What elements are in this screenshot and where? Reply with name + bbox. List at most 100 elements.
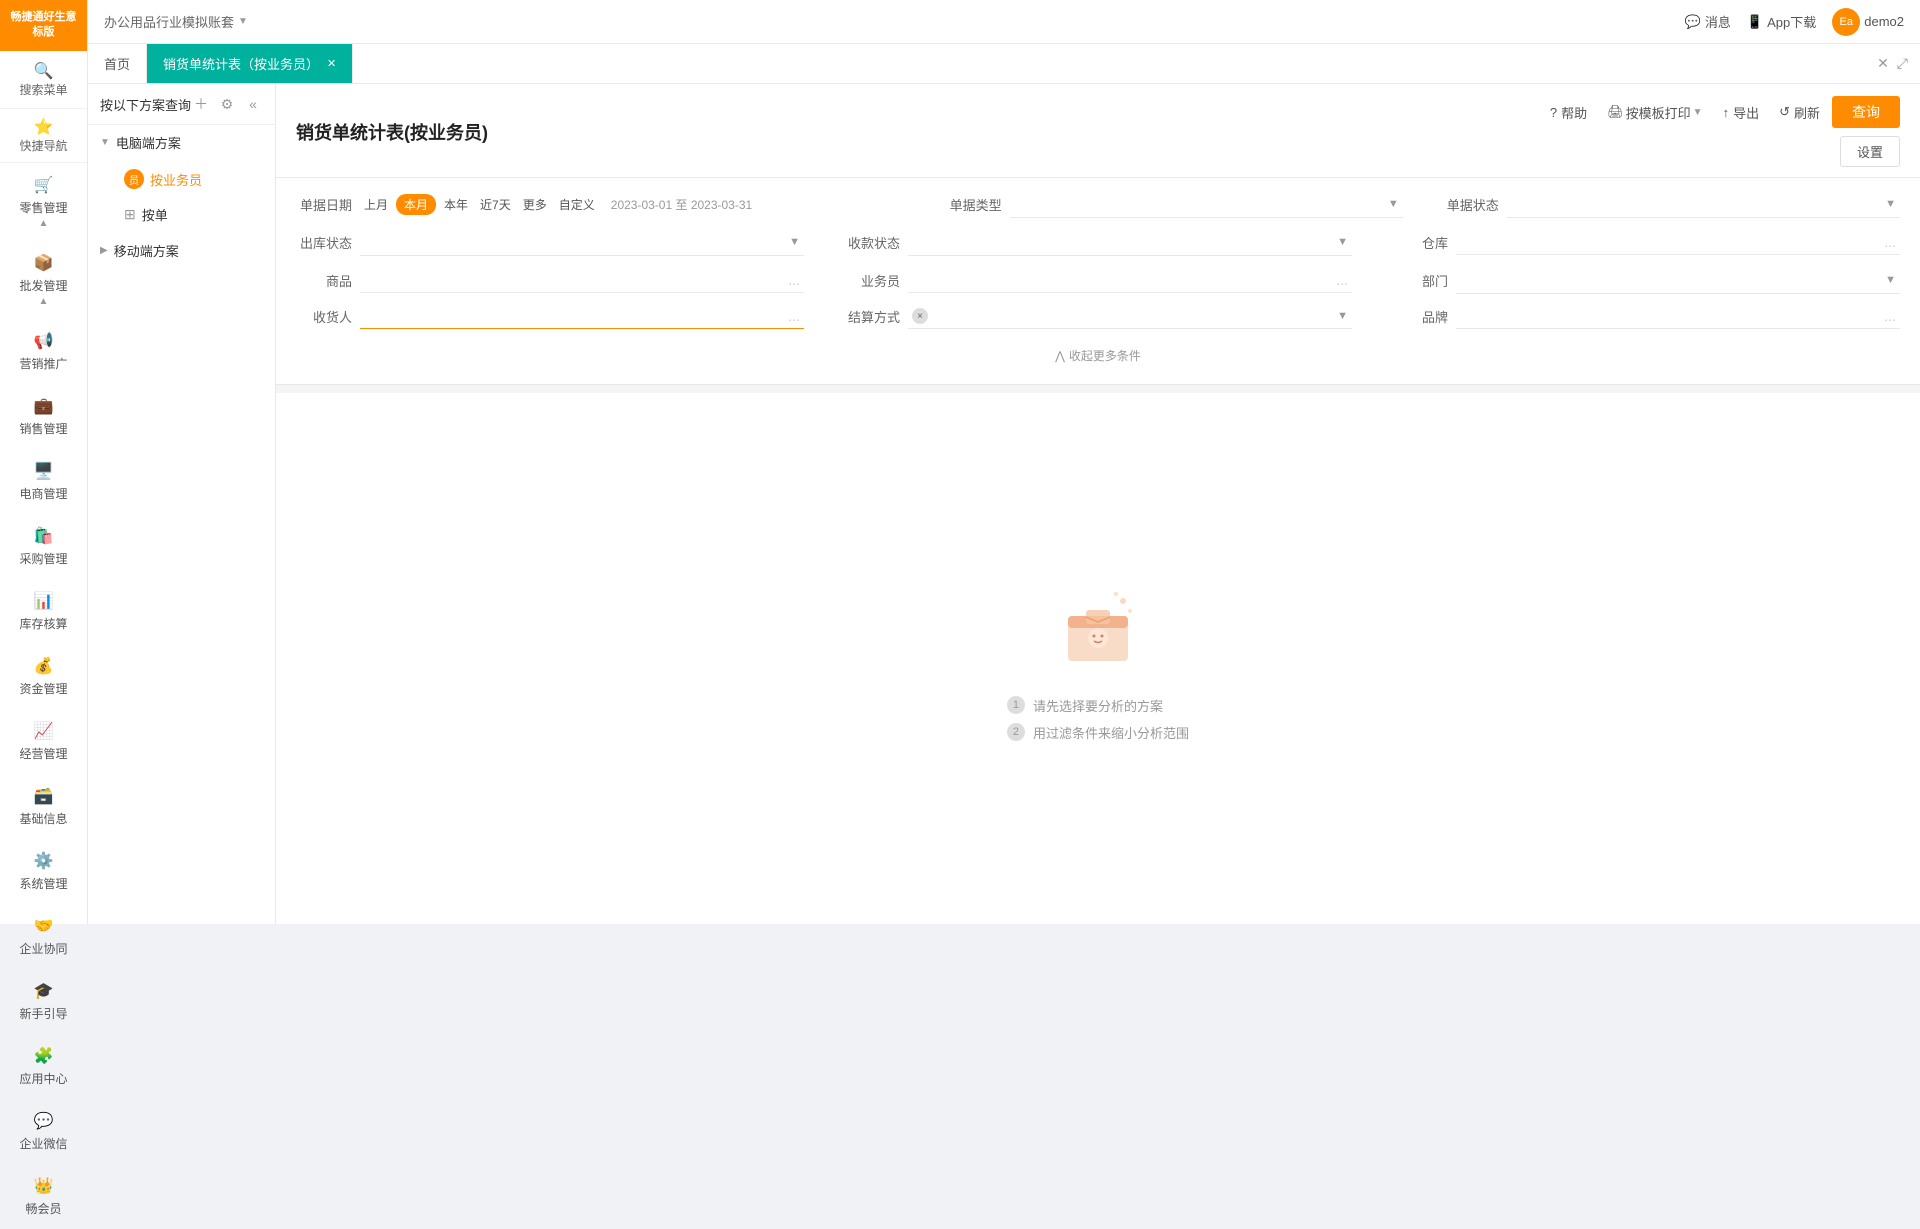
sidebar-item-basic[interactable]: 🗃️ 基础信息	[0, 774, 87, 839]
out-status-select[interactable]: ▼	[360, 228, 804, 256]
scheme-item-by-salesperson[interactable]: 员 按业务员	[116, 162, 271, 196]
user-avatar-button[interactable]: Ea demo2	[1832, 8, 1904, 36]
scheme-collapse-button[interactable]: «	[243, 94, 263, 114]
scheme-add-button[interactable]: ＋	[191, 94, 211, 114]
tab-home[interactable]: 首页	[88, 44, 147, 83]
out-status-label: 出库状态	[296, 233, 352, 252]
filter-brand: 品牌 ...	[1392, 304, 1900, 329]
date-tabs: 上月 本月 本年 近7天 更多 自定义 2023-03-01 至 2023-03…	[360, 194, 752, 215]
filter-payment-status: 收款状态 ▼	[844, 228, 1352, 256]
sidebar-item-marketing[interactable]: 📢 营销推广	[0, 319, 87, 384]
salesperson-select[interactable]: ...	[908, 268, 1352, 293]
sidebar-item-retail[interactable]: 🛒 零售管理 ▲	[0, 163, 87, 241]
warehouse-label: 仓库	[1392, 233, 1448, 252]
sidebar-search[interactable]: 🔍 搜索菜单	[0, 51, 87, 109]
pc-scheme-group-header[interactable]: ▼ 电脑端方案	[88, 125, 275, 160]
print-icon: 🖨	[1607, 104, 1624, 120]
scheme-item-by-order[interactable]: ⊞ 按单	[116, 198, 271, 231]
sidebar-item-sales[interactable]: 💼 销售管理	[0, 384, 87, 449]
bill-type-arrow-icon: ▼	[1388, 198, 1399, 210]
refresh-button[interactable]: ↺ 刷新	[1771, 99, 1828, 126]
sidebar-item-newbie[interactable]: 🎓 新手引导	[0, 969, 87, 1034]
wholesale-arrow: ▲	[39, 296, 49, 307]
basic-icon: 🗃️	[34, 786, 54, 806]
close-window-icon[interactable]: ✕	[1877, 55, 1889, 72]
scheme-panel-header: 按以下方案查询 ＋ ⚙ «	[88, 84, 275, 125]
sidebar-item-apps[interactable]: 🧩 应用中心	[0, 1034, 87, 1099]
export-button[interactable]: ↑ 导出	[1715, 99, 1768, 126]
brand-select[interactable]: ...	[1456, 304, 1900, 329]
sidebar-item-system[interactable]: ⚙️ 系统管理	[0, 839, 87, 904]
sidebar-item-wholesale[interactable]: 📦 批发管理 ▲	[0, 241, 87, 319]
settlement-select[interactable]: × ▼	[908, 304, 1352, 329]
warehouse-select[interactable]: ...	[1456, 230, 1900, 255]
filter-date: 单据日期 上月 本月 本年 近7天 更多 自定义 2023-03-01 至 20…	[296, 194, 906, 215]
settlement-tag-close[interactable]: ×	[912, 308, 928, 324]
date-label: 单据日期	[296, 195, 352, 214]
breadcrumb-dropdown[interactable]: 办公用品行业模拟账套 ▼	[104, 12, 248, 31]
breadcrumb-arrow-icon: ▼	[238, 16, 248, 27]
date-range-text: 2023-03-01 至 2023-03-31	[611, 196, 752, 213]
tab-sales-stat[interactable]: 销货单统计表（按业务员） ✕	[147, 44, 353, 83]
refresh-icon: ↺	[1779, 104, 1790, 120]
mobile-scheme-group[interactable]: ▶ 移动端方案	[88, 233, 275, 268]
settlement-label: 结算方式	[844, 307, 900, 326]
date-tab-this-month[interactable]: 本月	[396, 194, 436, 215]
right-main-panel: 销货单统计表(按业务员) ? 帮助 🖨 按模板打印 ▼	[276, 84, 1920, 924]
query-button[interactable]: 查询	[1832, 96, 1900, 128]
empty-tips: 1 请先选择要分析的方案 2 用过滤条件来缩小分析范围	[1007, 696, 1189, 742]
page-title: 销货单统计表(按业务员)	[296, 119, 488, 145]
page-header: 销货单统计表(按业务员) ? 帮助 🖨 按模板打印 ▼	[276, 84, 1920, 178]
finance-icon: 💰	[34, 656, 54, 676]
sidebar-quick-nav[interactable]: ⭐ 快捷导航	[0, 109, 87, 163]
newbie-icon: 🎓	[34, 981, 54, 1001]
tab-close-icon[interactable]: ✕	[327, 57, 336, 70]
sidebar-item-vip[interactable]: 👑 畅会员	[0, 1164, 87, 1229]
pc-scheme-list: 员 按业务员 ⊞ 按单	[88, 162, 275, 231]
filter-department: 部门 ▼	[1392, 266, 1900, 294]
department-select[interactable]: ▼	[1456, 266, 1900, 294]
sidebar-item-stock[interactable]: 📊 库存核算	[0, 579, 87, 644]
bill-status-label: 单据状态	[1443, 195, 1499, 214]
message-button[interactable]: 💬 消息	[1685, 12, 1731, 31]
consignee-select[interactable]: ...	[360, 304, 804, 329]
header-breadcrumb-area: 办公用品行业模拟账套 ▼	[104, 12, 248, 31]
help-button[interactable]: ? 帮助	[1542, 99, 1595, 126]
tip-text-1: 请先选择要分析的方案	[1033, 696, 1163, 715]
payment-status-select[interactable]: ▼	[908, 228, 1352, 256]
filter-row-1: 单据日期 上月 本月 本年 近7天 更多 自定义 2023-03-01 至 20…	[296, 190, 1900, 218]
sidebar: 畅捷通好生意 标版 🔍 搜索菜单 ⭐ 快捷导航 🛒 零售管理 ▲ 📦 批发管理 …	[0, 0, 88, 924]
goods-label: 商品	[296, 271, 352, 290]
left-scheme-panel: 按以下方案查询 ＋ ⚙ « ▼ 电脑端方案 员 按业务员	[88, 84, 276, 924]
sales-icon: 💼	[34, 396, 54, 416]
wholesale-icon: 📦	[34, 253, 54, 273]
app-download-button[interactable]: 📱 App下载	[1747, 12, 1816, 31]
sidebar-item-weixin[interactable]: 💬 企业微信	[0, 1099, 87, 1164]
date-tab-this-year[interactable]: 本年	[440, 194, 472, 215]
collapse-bar[interactable]: ⋀ 收起更多条件	[296, 339, 1900, 372]
bill-status-select[interactable]: ▼	[1507, 190, 1900, 218]
department-arrow-icon: ▼	[1885, 274, 1896, 286]
scheme-settings-button[interactable]: ⚙	[217, 94, 237, 114]
sidebar-item-finance[interactable]: 💰 资金管理	[0, 644, 87, 709]
weixin-icon: 💬	[34, 1111, 54, 1131]
date-tab-custom[interactable]: 自定义	[555, 194, 599, 215]
date-tab-more[interactable]: 更多	[519, 194, 551, 215]
goods-select[interactable]: ...	[360, 268, 804, 293]
salesperson-label: 业务员	[844, 271, 900, 290]
sidebar-item-operation[interactable]: 📈 经营管理	[0, 709, 87, 774]
maximize-window-icon[interactable]: ⤢	[1897, 55, 1908, 72]
filter-area: 单据日期 上月 本月 本年 近7天 更多 自定义 2023-03-01 至 20…	[276, 178, 1920, 385]
empty-state: 1 请先选择要分析的方案 2 用过滤条件来缩小分析范围	[276, 393, 1920, 924]
scheme-order-icon: ⊞	[124, 206, 136, 223]
sidebar-item-coop[interactable]: 🤝 企业协同	[0, 904, 87, 969]
sidebar-logo[interactable]: 畅捷通好生意 标版	[0, 0, 87, 51]
bill-type-select[interactable]: ▼	[1010, 190, 1403, 218]
date-tab-7days[interactable]: 近7天	[476, 194, 515, 215]
sidebar-item-ecommerce[interactable]: 🖥️ 电商管理	[0, 449, 87, 514]
sidebar-item-purchase[interactable]: 🛍️ 采购管理	[0, 514, 87, 579]
template-print-button[interactable]: 🖨 按模板打印 ▼	[1599, 99, 1710, 126]
scheme-panel-actions: ＋ ⚙ «	[191, 94, 263, 114]
settings-button[interactable]: 设置	[1840, 136, 1900, 167]
date-tab-last-month[interactable]: 上月	[360, 194, 392, 215]
